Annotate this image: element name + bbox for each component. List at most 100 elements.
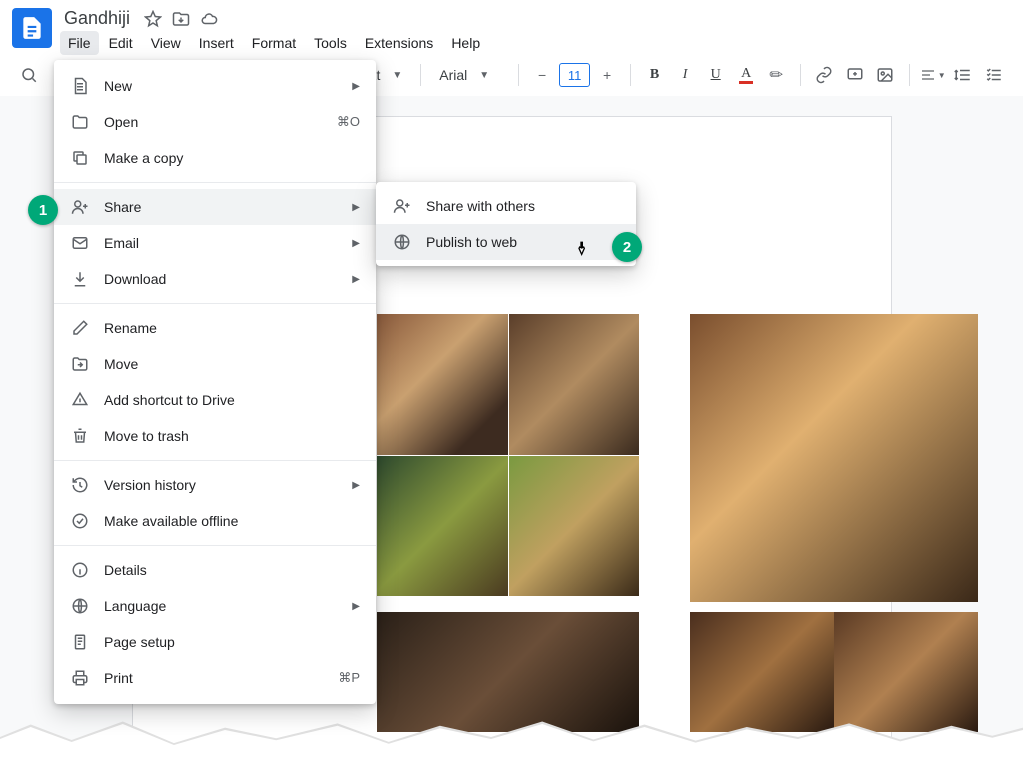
menu-new[interactable]: New ▶ <box>54 68 376 104</box>
menu-rename[interactable]: Rename <box>54 310 376 346</box>
chevron-right-icon: ▶ <box>352 238 360 249</box>
font-family-value: Arial <box>439 67 467 83</box>
separator <box>518 64 519 86</box>
menubar-edit[interactable]: Edit <box>101 31 141 55</box>
font-size-decrease[interactable]: − <box>529 61 556 89</box>
drive-shortcut-icon <box>70 390 90 410</box>
search-icon[interactable] <box>16 61 43 89</box>
separator <box>909 64 910 86</box>
history-icon <box>70 475 90 495</box>
document-image[interactable] <box>377 456 508 597</box>
document-image[interactable] <box>377 314 508 455</box>
menu-label: Move to trash <box>104 428 360 444</box>
menubar-help[interactable]: Help <box>443 31 488 55</box>
menu-version-history[interactable]: Version history ▶ <box>54 467 376 503</box>
menu-email[interactable]: Email ▶ <box>54 225 376 261</box>
line-spacing-button[interactable] <box>950 61 977 89</box>
document-image[interactable] <box>509 314 640 455</box>
menu-download[interactable]: Download ▶ <box>54 261 376 297</box>
text-color-button[interactable]: A <box>733 61 760 89</box>
chevron-down-icon: ▼ <box>479 70 489 81</box>
menu-share[interactable]: Share ▶ <box>54 189 376 225</box>
menubar: File Edit View Insert Format Tools Exten… <box>60 31 488 55</box>
menubar-extensions[interactable]: Extensions <box>357 31 441 55</box>
menu-label: Share with others <box>426 198 620 214</box>
print-icon <box>70 668 90 688</box>
menu-label: Language <box>104 598 338 614</box>
chevron-right-icon: ▶ <box>352 202 360 213</box>
menubar-view[interactable]: View <box>143 31 189 55</box>
menubar-file[interactable]: File <box>60 31 99 55</box>
menu-details[interactable]: Details <box>54 552 376 588</box>
globe-icon <box>70 596 90 616</box>
menu-page-setup[interactable]: Page setup <box>54 624 376 660</box>
document-image[interactable] <box>377 612 639 732</box>
menu-offline[interactable]: Make available offline <box>54 503 376 539</box>
submenu-share-others[interactable]: Share with others <box>376 188 636 224</box>
menu-label: Rename <box>104 320 360 336</box>
copy-icon <box>70 148 90 168</box>
chevron-right-icon: ▶ <box>352 274 360 285</box>
highlight-button[interactable]: ✎ <box>763 61 790 89</box>
annotation-badge-1: 1 <box>28 195 58 225</box>
title-bar: Gandhiji File Edit View Insert Format To… <box>0 0 1023 55</box>
insert-link-button[interactable] <box>811 61 838 89</box>
menu-label: Version history <box>104 477 338 493</box>
menubar-format[interactable]: Format <box>244 31 304 55</box>
font-family-dropdown[interactable]: Arial ▼ <box>431 61 508 89</box>
document-image[interactable] <box>690 612 834 732</box>
annotation-badge-2: 2 <box>612 232 642 262</box>
person-add-icon <box>70 197 90 217</box>
document-title[interactable]: Gandhiji <box>60 8 134 29</box>
menu-separator <box>54 182 376 183</box>
checklist-button[interactable] <box>981 61 1008 89</box>
separator <box>420 64 421 86</box>
menu-label: Details <box>104 562 360 578</box>
menu-label: Download <box>104 271 338 287</box>
pencil-icon <box>70 318 90 338</box>
move-folder-icon[interactable] <box>172 10 190 28</box>
document-image[interactable] <box>690 314 978 602</box>
submenu-publish-web[interactable]: Publish to web <box>376 224 636 260</box>
menu-trash[interactable]: Move to trash <box>54 418 376 454</box>
docs-logo[interactable] <box>12 8 52 48</box>
cursor-pointer-icon <box>575 240 591 261</box>
menubar-tools[interactable]: Tools <box>306 31 355 55</box>
chevron-right-icon: ▶ <box>352 81 360 92</box>
menu-label: Make a copy <box>104 150 360 166</box>
menubar-insert[interactable]: Insert <box>191 31 242 55</box>
menu-label: Make available offline <box>104 513 360 529</box>
underline-button[interactable]: U <box>702 61 729 89</box>
menu-language[interactable]: Language ▶ <box>54 588 376 624</box>
font-size-increase[interactable]: + <box>594 61 621 89</box>
chevron-right-icon: ▶ <box>352 601 360 612</box>
cloud-status-icon[interactable] <box>200 10 218 28</box>
info-icon <box>70 560 90 580</box>
menu-separator <box>54 460 376 461</box>
italic-button[interactable]: I <box>672 61 699 89</box>
download-icon <box>70 269 90 289</box>
menu-open[interactable]: Open ⌘O <box>54 104 376 140</box>
menu-move[interactable]: Move <box>54 346 376 382</box>
menu-add-shortcut[interactable]: Add shortcut to Drive <box>54 382 376 418</box>
document-image[interactable] <box>509 456 640 597</box>
menu-label: Email <box>104 235 338 251</box>
star-icon[interactable] <box>144 10 162 28</box>
insert-image-button[interactable] <box>872 61 899 89</box>
document-image[interactable] <box>834 612 978 732</box>
separator <box>800 64 801 86</box>
menu-label: Share <box>104 199 338 215</box>
menu-shortcut: ⌘P <box>338 670 360 686</box>
move-icon <box>70 354 90 374</box>
chevron-down-icon: ▼ <box>938 71 946 80</box>
folder-icon <box>70 112 90 132</box>
document-image-pair <box>690 612 978 732</box>
add-comment-button[interactable] <box>841 61 868 89</box>
align-button[interactable]: ▼ <box>919 61 946 89</box>
font-size-input[interactable]: 11 <box>559 63 589 87</box>
menu-print[interactable]: Print ⌘P <box>54 660 376 696</box>
bold-button[interactable]: B <box>641 61 668 89</box>
page-setup-icon <box>70 632 90 652</box>
menu-make-copy[interactable]: Make a copy <box>54 140 376 176</box>
menu-label: New <box>104 78 338 94</box>
